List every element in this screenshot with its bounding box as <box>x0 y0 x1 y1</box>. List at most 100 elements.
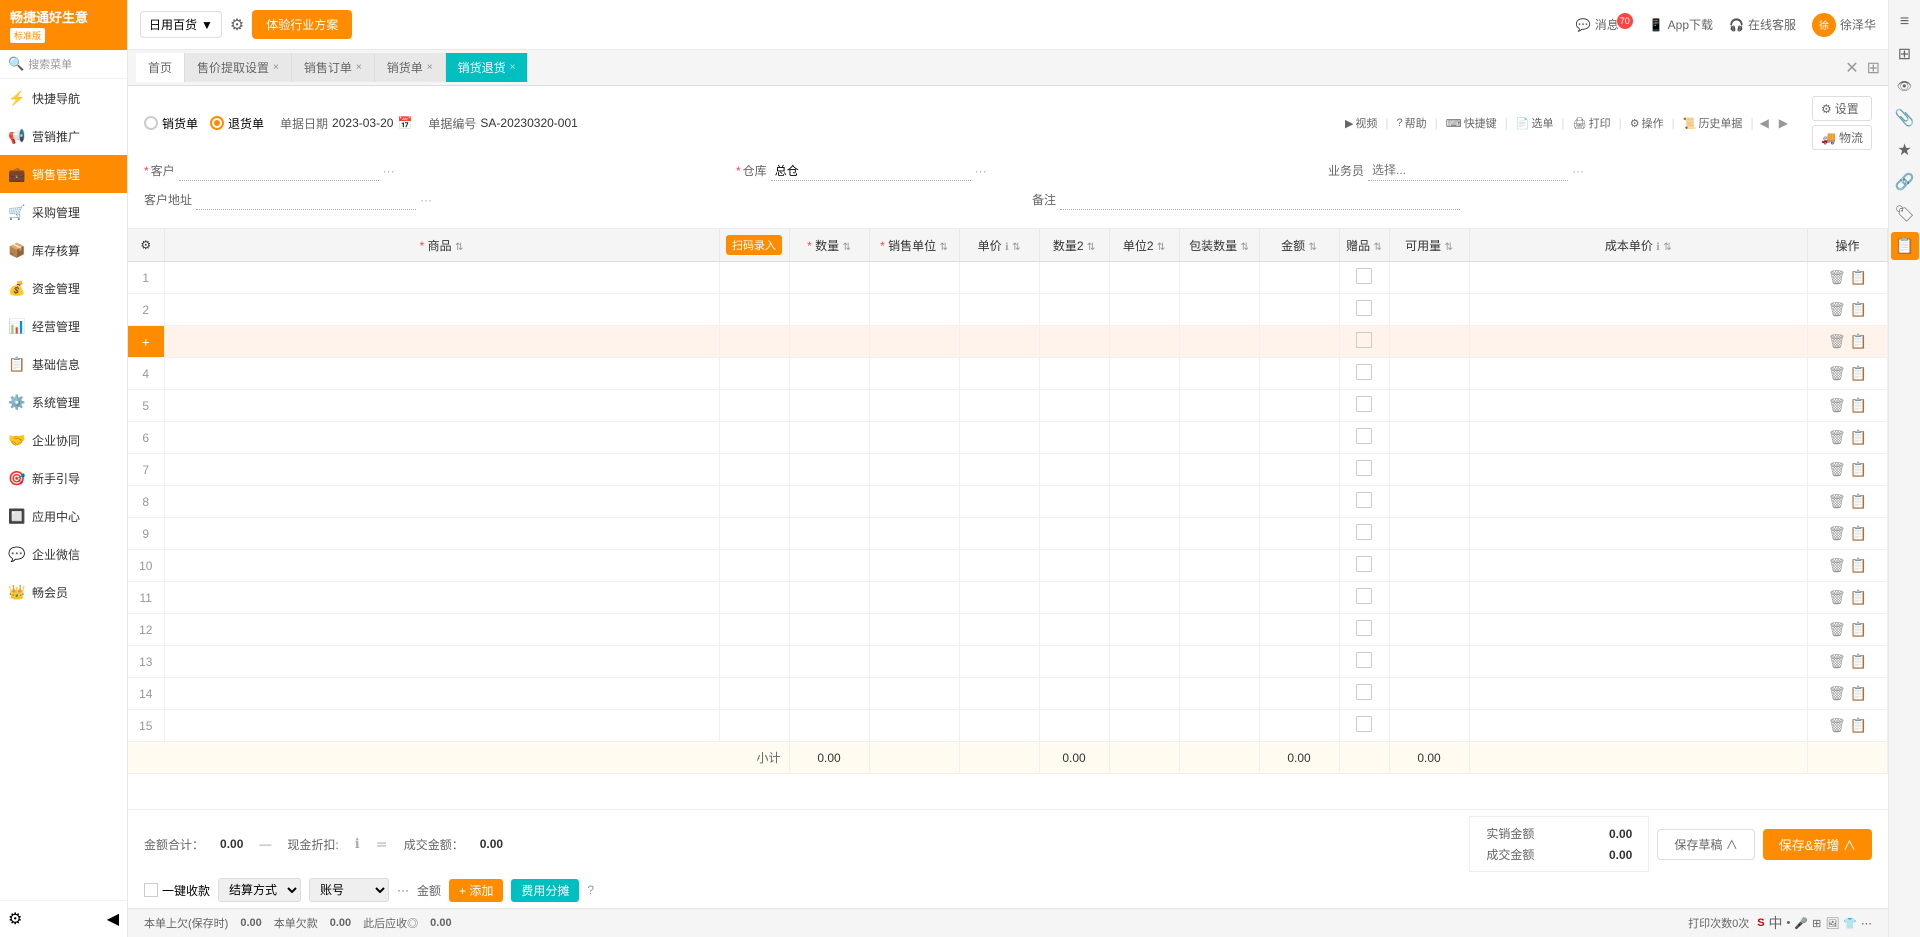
delete-row-icon[interactable]: 🗑 <box>1826 589 1848 605</box>
gift-checkbox[interactable] <box>1356 396 1372 412</box>
delete-row-icon[interactable]: 🗑 <box>1826 717 1848 733</box>
sidebar-item-purchase[interactable]: 🛒 采购管理 <box>0 193 127 231</box>
toolbar-help-btn[interactable]: ? 帮助 <box>1391 112 1433 134</box>
sort-icon[interactable]: ⇅ <box>1309 242 1317 253</box>
quantity-cell[interactable] <box>789 358 869 390</box>
sidebar-search[interactable]: 🔍 搜索菜单 <box>0 50 127 79</box>
online-service-btn[interactable]: 🎧 在线客服 <box>1729 16 1796 33</box>
copy-row-icon[interactable]: 📋 <box>1848 269 1869 285</box>
delete-row-icon[interactable]: 🗑 <box>1826 397 1848 413</box>
copy-row-icon[interactable]: 📋 <box>1848 397 1869 413</box>
tab-close-icon[interactable]: × <box>510 62 516 73</box>
tab-sales-delivery[interactable]: 销货单 × <box>375 53 446 82</box>
delete-row-icon[interactable]: 🗑 <box>1826 493 1848 509</box>
gift-checkbox[interactable] <box>1356 524 1372 540</box>
collapse-icon[interactable]: ◀ <box>107 909 119 929</box>
tab-close-all-icon[interactable]: ✕ <box>1845 58 1858 78</box>
unit-cell[interactable] <box>869 326 959 358</box>
quantity-cell[interactable] <box>789 294 869 326</box>
amount-cell[interactable] <box>1259 262 1339 294</box>
sort-icon[interactable]: ⇅ <box>1374 242 1382 253</box>
sort-icon[interactable]: ⇅ <box>1012 242 1020 253</box>
amount-cell[interactable] <box>1259 294 1339 326</box>
sidebar-item-basic[interactable]: 📋 基础信息 <box>0 345 127 383</box>
toolbar-operation-btn[interactable]: ⚙ 操作 <box>1624 112 1670 134</box>
sidebar-item-enterprise[interactable]: 🤝 企业协同 <box>0 421 127 459</box>
copy-row-icon[interactable]: 📋 <box>1848 621 1869 637</box>
delete-row-icon[interactable]: 🗑 <box>1826 461 1848 477</box>
tab-home[interactable]: 首页 <box>136 53 185 82</box>
scan-button[interactable]: 扫码录入 <box>726 235 782 255</box>
unit2-cell[interactable] <box>1109 326 1179 358</box>
tab-sales-return[interactable]: 销货退货 × <box>446 53 529 82</box>
copy-row-icon[interactable]: 📋 <box>1848 365 1869 381</box>
product-cell-active[interactable] <box>164 326 719 358</box>
trial-plan-button[interactable]: 体验行业方案 <box>252 10 352 39</box>
discount-info-icon[interactable]: ℹ <box>355 836 360 852</box>
gift-checkbox[interactable] <box>1356 684 1372 700</box>
sidebar-item-marketing[interactable]: 📢 营销推广 <box>0 117 127 155</box>
gear-settings-icon[interactable]: ⚙ <box>230 15 244 35</box>
app-download-btn[interactable]: 📱 App下载 <box>1649 16 1713 33</box>
gift-checkbox[interactable] <box>1356 716 1372 732</box>
sidebar-item-inventory[interactable]: 📦 库存核算 <box>0 231 127 269</box>
product-input[interactable] <box>169 335 715 349</box>
right-sidebar-star-btn[interactable]: ★ <box>1891 136 1919 164</box>
delete-row-icon[interactable]: 🗑 <box>1826 621 1848 637</box>
delete-row-icon[interactable]: 🗑 <box>1826 429 1848 445</box>
qty2-cell[interactable] <box>1039 294 1109 326</box>
toolbar-video-btn[interactable]: ▶ 视频 <box>1339 112 1383 134</box>
sidebar-item-sales[interactable]: 💼 销售管理 <box>0 155 127 193</box>
right-sidebar-attach-btn[interactable]: 📎 <box>1891 104 1919 132</box>
product-cell[interactable] <box>164 358 719 390</box>
gift-checkbox[interactable] <box>1356 268 1372 284</box>
notification-btn[interactable]: 💬 消息 70 <box>1576 16 1633 33</box>
one-key-payment-checkbox[interactable]: 一键收款 <box>144 882 210 899</box>
settings-panel-btn[interactable]: ⚙ 设置 <box>1812 96 1872 121</box>
sort-icon[interactable]: ⇅ <box>1157 242 1165 253</box>
account-select[interactable]: 账号 <box>309 878 389 902</box>
toolbar-shortcut-btn[interactable]: ⌨ 快捷键 <box>1440 112 1503 134</box>
delete-row-icon[interactable]: 🗑 <box>1826 525 1848 541</box>
add-row-button[interactable]: + <box>136 332 156 352</box>
tab-price-settings[interactable]: 售价提取设置 × <box>185 53 292 82</box>
sidebar-item-guide[interactable]: 🎯 新手引导 <box>0 459 127 497</box>
sidebar-item-wechat[interactable]: 💬 企业微信 <box>0 535 127 573</box>
copy-row-icon[interactable]: 📋 <box>1848 525 1869 541</box>
tab-sales-order[interactable]: 销售订单 × <box>292 53 375 82</box>
sort-icon[interactable]: ⇅ <box>1445 242 1453 253</box>
gift-checkbox[interactable] <box>1356 460 1372 476</box>
delete-row-icon[interactable]: 🗑 <box>1826 269 1848 285</box>
copy-row-icon[interactable]: 📋 <box>1848 461 1869 477</box>
right-sidebar-grid-view-btn[interactable]: ⊞ <box>1891 40 1919 68</box>
copy-row-icon[interactable]: 📋 <box>1848 653 1869 669</box>
delete-row-icon[interactable]: 🗑 <box>1826 333 1848 349</box>
copy-row-icon[interactable]: 📋 <box>1848 557 1869 573</box>
copy-row-icon[interactable]: 📋 <box>1848 493 1869 509</box>
gift-checkbox[interactable] <box>1356 588 1372 604</box>
remark-input[interactable] <box>1060 189 1460 210</box>
delete-row-icon[interactable]: 🗑 <box>1826 365 1848 381</box>
right-sidebar-active-btn[interactable]: 📋 <box>1891 232 1919 260</box>
settings-icon[interactable]: ⚙ <box>8 909 22 929</box>
address-input[interactable] <box>196 189 416 210</box>
copy-row-icon[interactable]: 📋 <box>1848 429 1869 445</box>
sidebar-item-finance[interactable]: 💰 资金管理 <box>0 269 127 307</box>
delete-row-icon[interactable]: 🗑 <box>1826 653 1848 669</box>
qty2-cell[interactable] <box>1039 262 1109 294</box>
settlement-method-select[interactable]: 结算方式 <box>218 878 301 902</box>
tab-close-icon[interactable]: × <box>273 62 279 73</box>
tab-close-icon[interactable]: × <box>427 62 433 73</box>
pack-qty-cell[interactable] <box>1179 294 1259 326</box>
sort-icon[interactable]: ⇅ <box>843 242 851 253</box>
price-cell[interactable] <box>959 262 1039 294</box>
calendar-icon[interactable]: 📅 <box>397 116 412 130</box>
gift-checkbox[interactable] <box>1356 332 1372 348</box>
radio-delivery[interactable]: 销货单 <box>144 115 198 132</box>
pack-qty-cell[interactable] <box>1179 326 1259 358</box>
sidebar-item-operation[interactable]: 📊 经营管理 <box>0 307 127 345</box>
right-sidebar-link-btn[interactable]: 🔗 <box>1891 168 1919 196</box>
quantity-cell[interactable] <box>789 326 869 358</box>
gift-checkbox[interactable] <box>1356 556 1372 572</box>
sort-icon[interactable]: ⇅ <box>1087 242 1095 253</box>
